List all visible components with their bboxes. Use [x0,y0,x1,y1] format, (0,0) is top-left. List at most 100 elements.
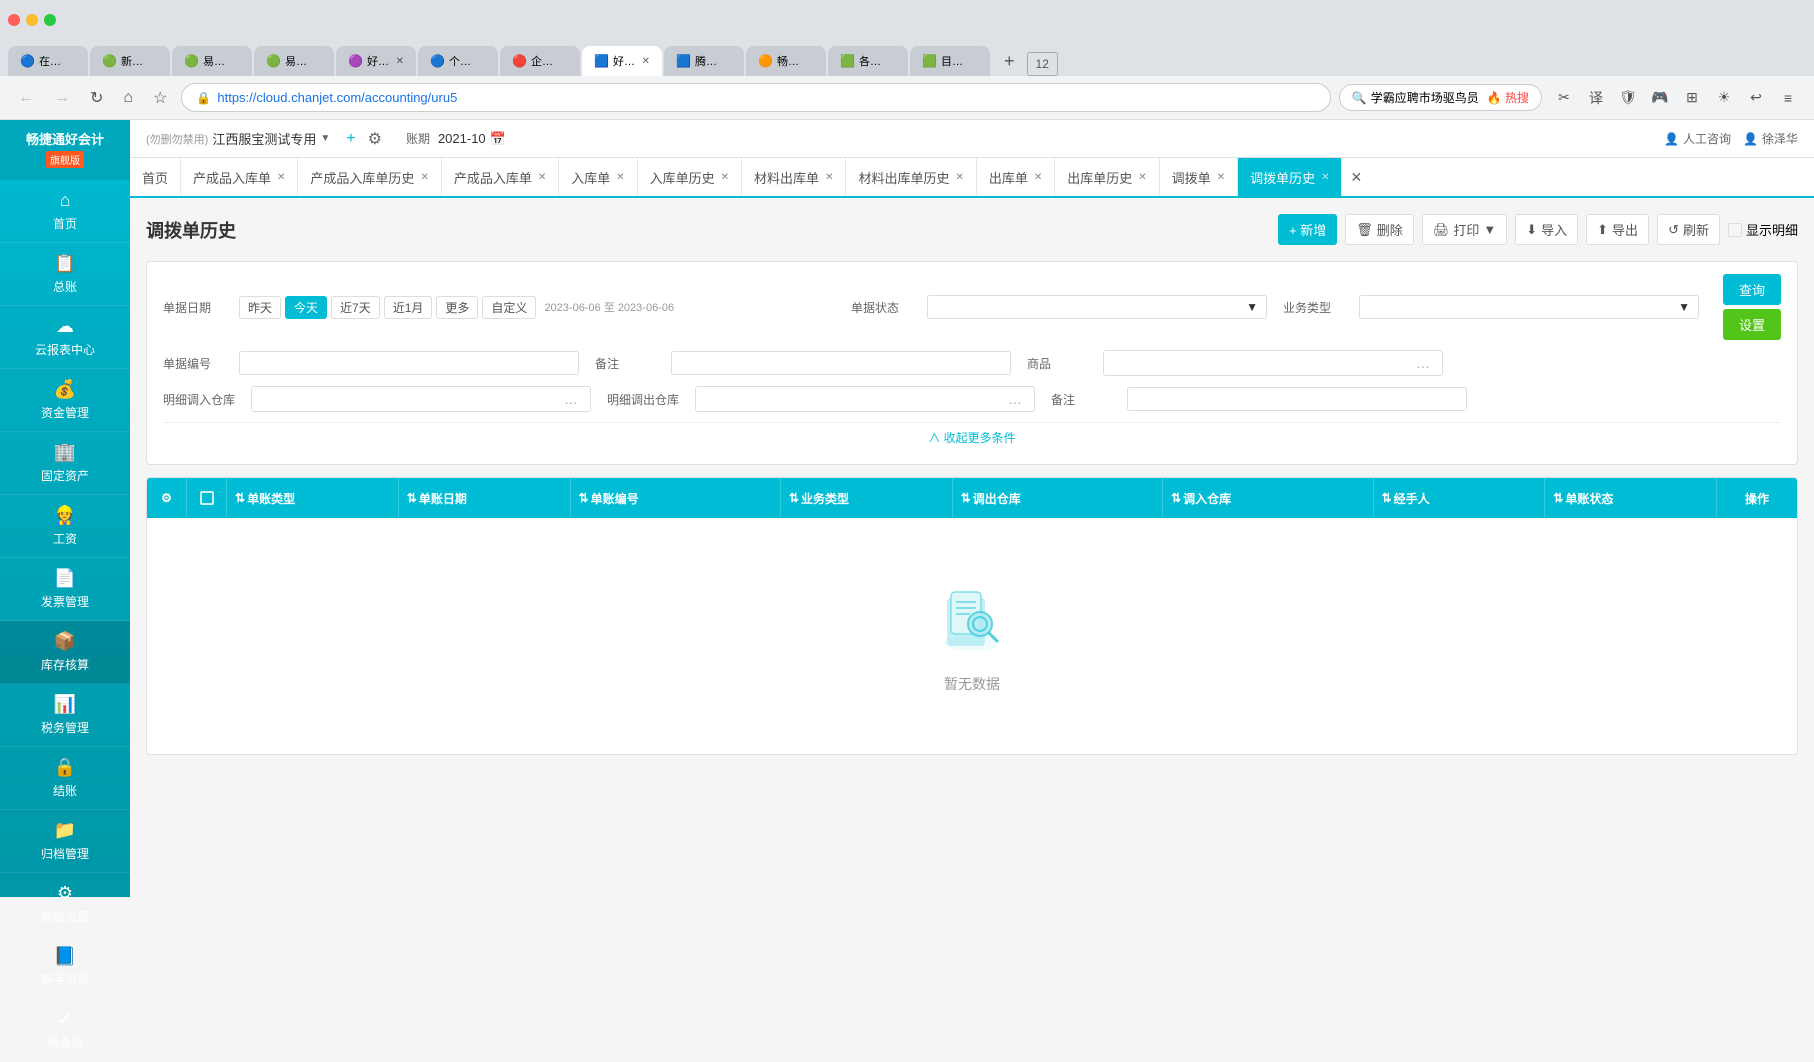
browser-tab-3[interactable]: 🟢 易… [172,46,252,76]
th-date[interactable]: ⇅ 单账日期 [399,478,571,518]
collapse-button[interactable]: ∧ 收起更多条件 [163,422,1781,452]
browser-tab-10[interactable]: 🟩 各… [828,46,908,76]
status-select[interactable]: ▼ [927,295,1267,319]
search-bar[interactable]: 🔍 学霸应聘市场驱鸟员 🔥 热搜 [1339,84,1542,111]
th-handler[interactable]: ⇅ 经手人 [1374,478,1546,518]
tab-product-in2[interactable]: 产成品入库单 ✕ [442,158,559,197]
scissors-icon[interactable]: ✂ [1550,84,1578,112]
out-warehouse-selector[interactable]: … [695,386,1035,412]
sidebar-item-home[interactable]: ⌂ 首页 [0,180,130,243]
biz-select[interactable]: ▼ [1359,295,1699,319]
sidebar-item-tax[interactable]: 📊 税务管理 [0,684,130,747]
goods-dots[interactable]: … [1412,355,1434,371]
th-out[interactable]: ⇅ 调出仓库 [953,478,1163,518]
game-icon[interactable]: 🎮 [1646,84,1674,112]
tab-product-in-history[interactable]: 产成品入库单历史 ✕ [298,158,441,197]
select-all-checkbox[interactable] [200,491,214,505]
company-selector[interactable]: (勿删勿禁用) 江西服宝测试专用 ▼ [146,129,330,148]
import-button[interactable]: ⬇ 导入 [1515,214,1578,245]
tab-transfer-history-close[interactable]: ✕ [1321,172,1329,183]
tab-transfer[interactable]: 调拨单 ✕ [1160,158,1238,197]
browser-tab-4[interactable]: 🟢 易… [254,46,334,76]
tab-in-history[interactable]: 入库单历史 ✕ [638,158,742,197]
tab-material-out[interactable]: 材料出库单 ✕ [742,158,846,197]
refresh-button[interactable]: ↻ [84,82,109,114]
sidebar-item-assets[interactable]: 🏢 固定资产 [0,432,130,495]
browser-tab-6[interactable]: 🔵 个… [418,46,498,76]
tab-out-single[interactable]: 出库单 ✕ [977,158,1055,197]
th-type[interactable]: ⇅ 单账类型 [227,478,399,518]
filter-settings-button[interactable]: 设置 [1723,309,1781,340]
sidebar-item-guide[interactable]: 📘 新手引导 [0,936,130,999]
refresh-page-button[interactable]: ↺ 刷新 [1657,214,1720,245]
add-company-button[interactable]: + [346,130,355,148]
sidebar-item-member[interactable]: ✓ 畅会员 [0,999,130,1062]
today-btn[interactable]: 今天 [285,296,327,319]
more-btn[interactable]: 更多 [436,296,478,319]
shield-icon[interactable]: 🛡 [1614,84,1642,112]
query-button[interactable]: 查询 [1723,274,1781,305]
tab-material-out-history-close[interactable]: ✕ [955,172,963,183]
sidebar-item-ledger[interactable]: 📋 总账 [0,243,130,306]
home-button[interactable]: ⌂ [117,83,139,113]
browser-tab-5[interactable]: 🟣 好… ✕ [336,46,416,76]
in-warehouse-dots[interactable]: … [560,391,582,407]
last7-btn[interactable]: 近7天 [331,296,380,319]
delete-button[interactable]: 🗑 删除 [1345,214,1414,245]
browser-tab-9[interactable]: 🟠 畅… [746,46,826,76]
browser-tab-7[interactable]: 🔴 企… [500,46,580,76]
sidebar-item-archive[interactable]: 📁 归档管理 [0,810,130,873]
remark2-input[interactable] [1127,387,1467,411]
export-button[interactable]: ⬆ 导出 [1586,214,1649,245]
number-input[interactable] [239,351,579,375]
in-warehouse-selector[interactable]: … [251,386,591,412]
tab-in-single[interactable]: 入库单 ✕ [559,158,637,197]
sidebar-item-closing[interactable]: 🔒 结账 [0,747,130,810]
new-tab-button[interactable]: + [996,47,1023,76]
tab-product-in-close[interactable]: ✕ [277,172,285,183]
display-detail-toggle[interactable]: 显示明细 [1728,220,1798,239]
browser-tab-8[interactable]: 🟦 腾… [664,46,744,76]
history-icon[interactable]: ↩ [1742,84,1770,112]
tab-transfer-close[interactable]: ✕ [1217,172,1225,183]
browser-tab-11[interactable]: 🟩 目… [910,46,990,76]
user-profile-button[interactable]: 👤 徐泽华 [1743,130,1798,147]
browser-tab-2[interactable]: 🟢 新… [90,46,170,76]
period-value[interactable]: 2021-10 📅 [438,131,506,147]
bookmark-button[interactable]: ☆ [147,82,173,114]
menu-icon[interactable]: ≡ [1774,84,1802,112]
active-tab-close-icon[interactable]: ✕ [642,56,650,67]
address-bar[interactable]: 🔒 https://cloud.chanjet.com/accounting/u… [181,83,1330,112]
browser-tab-active[interactable]: 🟦 好… ✕ [582,46,662,76]
last1month-btn[interactable]: 近1月 [384,296,433,319]
new-button[interactable]: + 新增 [1278,214,1337,245]
close-all-tabs-button[interactable]: ✕ [1342,161,1370,194]
out-warehouse-dots[interactable]: … [1004,391,1026,407]
sidebar-item-settings[interactable]: ⚙ 基础设置 [0,873,130,936]
tab-out-single-close[interactable]: ✕ [1034,172,1042,183]
tab-in-history-close[interactable]: ✕ [721,172,729,183]
th-status[interactable]: ⇅ 单账状态 [1545,478,1717,518]
tab-out-history[interactable]: 出库单历史 ✕ [1055,158,1159,197]
print-button[interactable]: 🖨 打印 ▼ [1422,214,1507,245]
tab-product-in-history-close[interactable]: ✕ [420,172,428,183]
tab-count-badge[interactable]: 12 [1027,52,1058,76]
theme-icon[interactable]: ☀ [1710,84,1738,112]
settings-company-icon[interactable]: ⚙ [368,129,382,149]
tab-transfer-history[interactable]: 调拨单历史 ✕ [1238,158,1342,197]
sidebar-item-funds[interactable]: 💰 资金管理 [0,369,130,432]
th-biz[interactable]: ⇅ 业务类型 [781,478,953,518]
customer-service-button[interactable]: 👤 人工咨询 [1664,130,1731,147]
tab-product-in[interactable]: 产成品入库单 ✕ [181,158,298,197]
sidebar-item-inventory[interactable]: 📦 库存核算 [0,621,130,684]
browser-tab-1[interactable]: 🔵 在… [8,46,88,76]
tab-out-history-close[interactable]: ✕ [1138,172,1146,183]
th-in[interactable]: ⇅ 调入仓库 [1163,478,1373,518]
tab-material-out-history[interactable]: 材料出库单历史 ✕ [846,158,976,197]
column-settings-icon[interactable]: ⚙ [161,491,172,505]
tab-material-out-close[interactable]: ✕ [825,172,833,183]
tab-in-single-close[interactable]: ✕ [616,172,624,183]
custom-btn[interactable]: 自定义 [482,296,536,319]
translate-icon[interactable]: 译 [1582,84,1610,112]
sidebar-item-payroll[interactable]: 👷 工资 [0,495,130,558]
